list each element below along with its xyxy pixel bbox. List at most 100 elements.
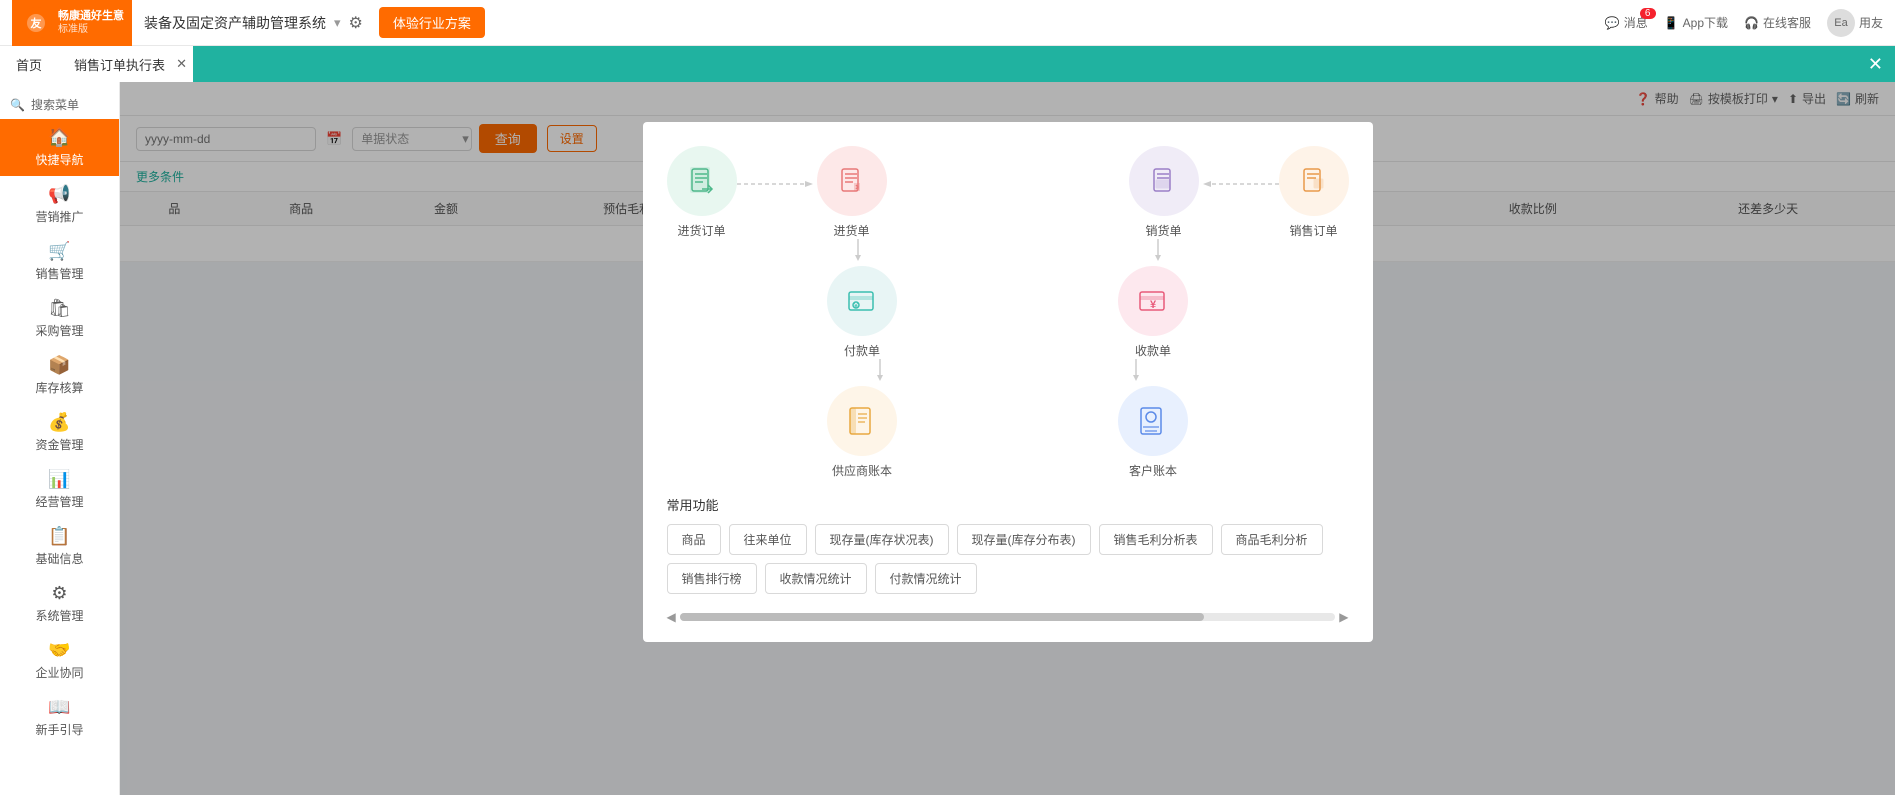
inventory-icon: 📦 bbox=[48, 355, 70, 376]
payment-order-circle: ¥ bbox=[827, 266, 897, 336]
app-download-button[interactable]: 📱 App下载 bbox=[1664, 14, 1728, 31]
func-btn-sales-margin[interactable]: 销售毛利分析表 bbox=[1099, 524, 1213, 555]
customer-ledger-circle bbox=[1118, 386, 1188, 456]
scroll-left-arrow[interactable]: ◀ bbox=[667, 610, 676, 624]
sidebar-item-newbie[interactable]: 📖 新手引导 bbox=[0, 689, 119, 746]
scroll-right-arrow[interactable]: ▶ bbox=[1339, 610, 1348, 624]
sales-icon: 🛒 bbox=[48, 241, 70, 262]
sales-bill-node[interactable]: 销货单 bbox=[1129, 146, 1199, 239]
search-label: 搜索菜单 bbox=[31, 96, 79, 113]
marketing-label: 营销推广 bbox=[35, 208, 83, 225]
app-download-label: App下载 bbox=[1683, 14, 1728, 31]
sidebar: 🔍 搜索菜单 🏠 快捷导航 📢 营销推广 🛒 销售管理 🛍 采购管理 📦 库存核… bbox=[0, 82, 120, 795]
func-btn-product-margin[interactable]: 商品毛利分析 bbox=[1221, 524, 1323, 555]
modal-box: 进货订单 进货单 bbox=[643, 122, 1373, 642]
sidebar-item-quicknav[interactable]: 🏠 快捷导航 bbox=[0, 119, 119, 176]
purchase-bill-circle bbox=[817, 146, 887, 216]
sidebar-item-sales[interactable]: 🛒 销售管理 bbox=[0, 233, 119, 290]
trial-button[interactable]: 体验行业方案 bbox=[379, 7, 485, 38]
pb-down-arrow bbox=[852, 239, 864, 266]
avatar-text: Ea bbox=[1834, 17, 1847, 29]
sales-bill-circle bbox=[1129, 146, 1199, 216]
rec-down-arrow bbox=[1130, 359, 1142, 386]
arrow-so-to-sb bbox=[1199, 178, 1279, 190]
func-btn-receipt-stats[interactable]: 收款情况统计 bbox=[765, 563, 867, 594]
system-label: 系统管理 bbox=[35, 607, 83, 624]
tab-home[interactable]: 首页 bbox=[0, 46, 58, 82]
func-btn-product[interactable]: 商品 bbox=[667, 524, 721, 555]
close-all-tabs[interactable]: ✕ bbox=[1868, 54, 1883, 75]
finance-label: 资金管理 bbox=[35, 436, 83, 453]
sb-down-arrow bbox=[1152, 239, 1164, 266]
purchase-label: 采购管理 bbox=[35, 322, 83, 339]
logo-icon: 友 bbox=[20, 7, 52, 39]
home-tab-label: 首页 bbox=[16, 55, 42, 74]
sidebar-item-basics[interactable]: 📋 基础信息 bbox=[0, 518, 119, 575]
avatar: Ea bbox=[1827, 9, 1855, 37]
func-btn-stock-dist[interactable]: 现存量(库存分布表) bbox=[957, 524, 1091, 555]
arrows-down-row2 bbox=[667, 359, 1349, 386]
header-actions: 💬 消息 6 📱 App下载 🎧 在线客服 Ea 用友 bbox=[1605, 9, 1883, 37]
operations-icon: 📊 bbox=[48, 469, 70, 490]
sidebar-item-marketing[interactable]: 📢 营销推广 bbox=[0, 176, 119, 233]
sales-bill-label: 销货单 bbox=[1145, 222, 1181, 239]
sidebar-item-finance[interactable]: 💰 资金管理 bbox=[0, 404, 119, 461]
customer-ledger-label: 客户账本 bbox=[1129, 462, 1177, 479]
message-badge: 6 bbox=[1640, 8, 1656, 19]
system-title: 装备及固定资产辅助管理系统 bbox=[144, 13, 326, 33]
receipt-order-circle: ¥ bbox=[1118, 266, 1188, 336]
top-header: 友 畅康通好生意 标准版 装备及固定资产辅助管理系统 ▾ ⚙ 体验行业方案 💬 … bbox=[0, 0, 1895, 46]
search-menu[interactable]: 🔍 搜索菜单 bbox=[0, 90, 119, 119]
message-icon: 💬 bbox=[1605, 16, 1620, 30]
newbie-icon: 📖 bbox=[48, 697, 70, 718]
purchase-bill-node[interactable]: 进货单 bbox=[817, 146, 887, 239]
payment-order-node[interactable]: ¥ 付款单 bbox=[827, 266, 897, 359]
func-btn-partners[interactable]: 往来单位 bbox=[729, 524, 807, 555]
sidebar-item-system[interactable]: ⚙ 系统管理 bbox=[0, 575, 119, 632]
supplier-ledger-label: 供应商账本 bbox=[832, 462, 892, 479]
func-btn-stock-status[interactable]: 现存量(库存状况表) bbox=[815, 524, 949, 555]
sidebar-item-enterprise[interactable]: 🤝 企业协同 bbox=[0, 632, 119, 689]
customer-ledger-node[interactable]: 客户账本 bbox=[1118, 386, 1188, 479]
arrow-po-to-pb bbox=[737, 178, 817, 190]
receipt-order-label: 收款单 bbox=[1135, 342, 1171, 359]
supplier-ledger-node[interactable]: 供应商账本 bbox=[827, 386, 897, 479]
supplier-ledger-circle bbox=[827, 386, 897, 456]
sidebar-item-purchase[interactable]: 🛍 采购管理 bbox=[0, 290, 119, 347]
sales-order-node[interactable]: 销售订单 bbox=[1279, 146, 1349, 239]
modal-overlay[interactable]: 进货订单 进货单 bbox=[120, 82, 1895, 795]
sales-order-circle bbox=[1279, 146, 1349, 216]
content-area: ❓ 帮助 🖨 按模板打印 ▾ ⬆ 导出 🔄 刷新 bbox=[120, 82, 1895, 795]
sidebar-item-operations[interactable]: 📊 经营管理 bbox=[0, 461, 119, 518]
pay-down-arrow bbox=[874, 359, 886, 386]
user-menu[interactable]: Ea 用友 bbox=[1827, 9, 1883, 37]
purchase-order-label: 进货订单 bbox=[677, 222, 725, 239]
quicknav-label: 快捷导航 bbox=[35, 151, 83, 168]
message-button[interactable]: 💬 消息 6 bbox=[1605, 14, 1648, 31]
func-btn-sales-rank[interactable]: 销售排行榜 bbox=[667, 563, 757, 594]
system-dropdown[interactable]: ▾ bbox=[334, 15, 341, 31]
purchase-order-node[interactable]: 进货订单 bbox=[667, 146, 737, 239]
sales-order-label: 销售订单 bbox=[1289, 222, 1337, 239]
tab-close-button[interactable]: ✕ bbox=[176, 56, 187, 72]
receipt-order-node[interactable]: ¥ 收款单 bbox=[1118, 266, 1188, 359]
tab-sales-order-execution[interactable]: 销售订单执行表 ✕ bbox=[58, 46, 193, 82]
scroll-track[interactable] bbox=[680, 613, 1336, 621]
logo-area[interactable]: 友 畅康通好生意 标准版 bbox=[12, 0, 132, 46]
operations-label: 经营管理 bbox=[35, 493, 83, 510]
flow-diagram: 进货订单 进货单 bbox=[667, 146, 1349, 495]
purchase-bill-label: 进货单 bbox=[833, 222, 869, 239]
common-functions: 常用功能 商品 往来单位 现存量(库存状况表) 现存量(库存分布表) 销售毛利分… bbox=[667, 495, 1349, 594]
scroll-thumb bbox=[680, 613, 1204, 621]
nav-tabs: 首页 销售订单执行表 ✕ ✕ bbox=[0, 46, 1895, 82]
online-service-button[interactable]: 🎧 在线客服 bbox=[1744, 14, 1811, 31]
sidebar-item-inventory[interactable]: 📦 库存核算 bbox=[0, 347, 119, 404]
flow-row-3: 供应商账本 客户账本 bbox=[667, 386, 1349, 479]
arrows-down-row bbox=[667, 239, 1349, 266]
newbie-label: 新手引导 bbox=[35, 721, 83, 738]
logo-line2: 标准版 bbox=[58, 23, 124, 36]
func-buttons: 商品 往来单位 现存量(库存状况表) 现存量(库存分布表) 销售毛利分析表 商品… bbox=[667, 524, 1349, 555]
func-btn-payment-stats[interactable]: 付款情况统计 bbox=[875, 563, 977, 594]
user-name: 用友 bbox=[1859, 14, 1883, 31]
settings-icon[interactable]: ⚙ bbox=[349, 13, 363, 33]
